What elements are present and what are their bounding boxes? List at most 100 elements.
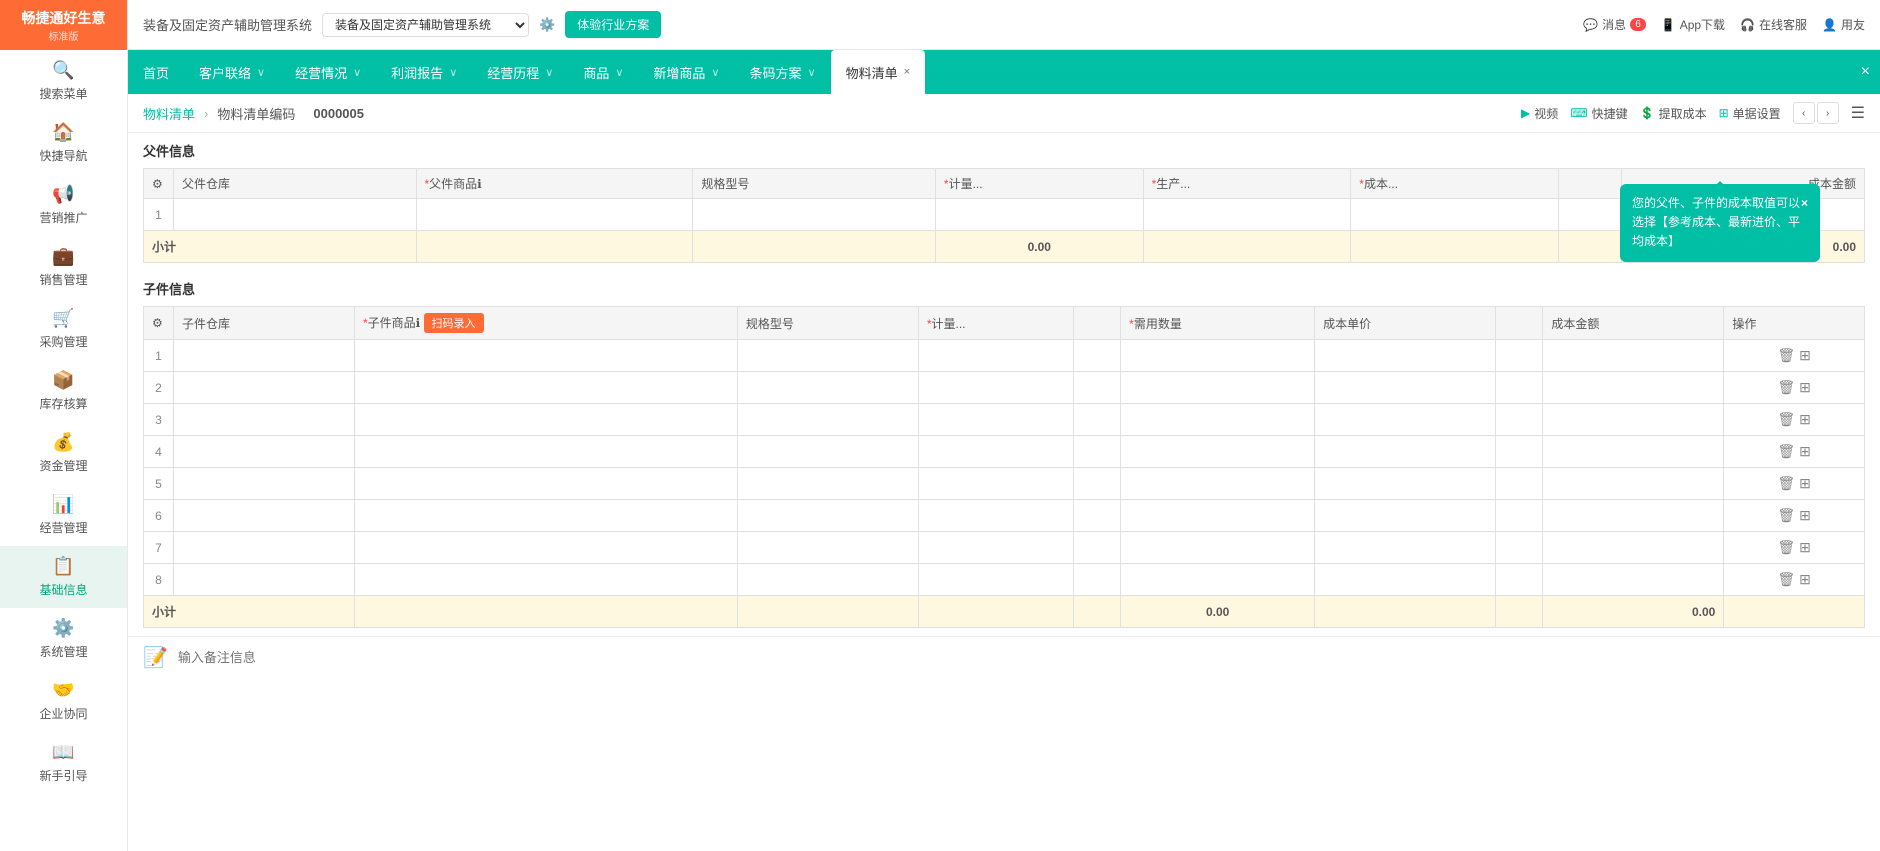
shortcut-btn[interactable]: ⌨ 快捷键 xyxy=(1570,105,1627,122)
sidebar-item-system[interactable]: ⚙️ 系统管理 xyxy=(0,608,127,670)
tab-customer[interactable]: 客户联络 ∨ xyxy=(184,50,280,94)
child-qty-cell-5[interactable] xyxy=(1121,468,1315,500)
tab-customer-close[interactable]: ∨ xyxy=(257,66,265,79)
tab-newgoods[interactable]: 新增商品 ∨ xyxy=(638,50,734,94)
child-unit-cell-1[interactable] xyxy=(918,340,1073,372)
child-qty-cell-6[interactable] xyxy=(1121,500,1315,532)
child-product-cell-6[interactable] xyxy=(354,500,737,532)
child-warehouse-cell-5[interactable] xyxy=(174,468,355,500)
child-product-cell-2[interactable] xyxy=(354,372,737,404)
tab-operations-close[interactable]: ∨ xyxy=(353,66,361,79)
copy-icon-6[interactable]: ⊞ xyxy=(1799,507,1811,524)
child-warehouse-cell-7[interactable] xyxy=(174,532,355,564)
child-product-cell-1[interactable] xyxy=(354,340,737,372)
child-product-cell-5[interactable] xyxy=(354,468,737,500)
child-spec-cell-5[interactable] xyxy=(737,468,918,500)
delete-icon-6[interactable]: 🗑 xyxy=(1777,507,1795,524)
child-warehouse-cell-1[interactable] xyxy=(174,340,355,372)
child-qty-cell-7[interactable] xyxy=(1121,532,1315,564)
child-warehouse-cell-2[interactable] xyxy=(174,372,355,404)
child-qty-cell-8[interactable] xyxy=(1121,564,1315,596)
list-icon[interactable]: ☰ xyxy=(1851,103,1865,123)
copy-icon-4[interactable]: ⊞ xyxy=(1799,443,1811,460)
child-unit-cell-6[interactable] xyxy=(918,500,1073,532)
sidebar-item-operations[interactable]: 📊 经营管理 xyxy=(0,484,127,546)
copy-icon-3[interactable]: ⊞ xyxy=(1799,411,1811,428)
delete-icon-7[interactable]: 🗑 xyxy=(1777,539,1795,556)
sidebar-item-quicknav[interactable]: 🏠 快捷导航 xyxy=(0,112,127,174)
system-selector[interactable]: 装备及固定资产辅助管理系统 xyxy=(322,13,529,37)
sidebar-item-sales[interactable]: 💼 销售管理 xyxy=(0,236,127,298)
note-input[interactable] xyxy=(178,650,1865,665)
parent-spec-cell[interactable] xyxy=(693,199,936,231)
child-product-cell-4[interactable] xyxy=(354,436,737,468)
child-product-cell-7[interactable] xyxy=(354,532,737,564)
tab-history[interactable]: 经营历程 ∨ xyxy=(472,50,568,94)
child-unitcost-cell-1[interactable] xyxy=(1315,340,1496,372)
child-unitcost-cell-8[interactable] xyxy=(1315,564,1496,596)
sidebar-item-inventory[interactable]: 📦 库存核算 xyxy=(0,360,127,422)
child-spec-cell-7[interactable] xyxy=(737,532,918,564)
copy-icon-1[interactable]: ⊞ xyxy=(1799,347,1811,364)
sidebar-item-basic[interactable]: 📋 基础信息 xyxy=(0,546,127,608)
message-btn[interactable]: 💬 消息 6 xyxy=(1583,16,1646,33)
child-unit-cell-5[interactable] xyxy=(918,468,1073,500)
copy-icon-8[interactable]: ⊞ xyxy=(1799,571,1811,588)
delete-icon-8[interactable]: 🗑 xyxy=(1777,571,1795,588)
tooltip-close-btn[interactable]: × xyxy=(1801,194,1808,213)
sidebar-item-guide[interactable]: 📖 新手引导 xyxy=(0,732,127,794)
tab-bom-close[interactable]: × xyxy=(904,66,910,78)
close-all-tabs[interactable]: × xyxy=(1851,63,1880,81)
parent-unit-cell[interactable] xyxy=(935,199,1143,231)
child-unitcost-cell-3[interactable] xyxy=(1315,404,1496,436)
child-product-cell-3[interactable] xyxy=(354,404,737,436)
experience-btn[interactable]: 体验行业方案 xyxy=(565,11,661,38)
parent-col-settings[interactable]: ⚙ xyxy=(144,169,174,199)
delete-icon-5[interactable]: 🗑 xyxy=(1777,475,1795,492)
child-qty-cell-4[interactable] xyxy=(1121,436,1315,468)
settings-btn[interactable]: ⊞ 单据设置 xyxy=(1719,105,1781,122)
parent-product-cell[interactable] xyxy=(416,199,693,231)
sidebar-item-collab[interactable]: 🤝 企业协同 xyxy=(0,670,127,732)
scan-btn[interactable]: 扫码录入 xyxy=(424,313,484,333)
copy-icon-7[interactable]: ⊞ xyxy=(1799,539,1811,556)
delete-icon-4[interactable]: 🗑 xyxy=(1777,443,1795,460)
child-qty-cell-1[interactable] xyxy=(1121,340,1315,372)
child-spec-cell-3[interactable] xyxy=(737,404,918,436)
next-arrow[interactable]: › xyxy=(1817,102,1839,124)
tab-profit[interactable]: 利润报告 ∨ xyxy=(376,50,472,94)
cost-btn[interactable]: 💲 提取成本 xyxy=(1640,105,1707,122)
tab-bom[interactable]: 物料清单 × xyxy=(831,50,925,94)
copy-icon-5[interactable]: ⊞ xyxy=(1799,475,1811,492)
child-spec-cell-1[interactable] xyxy=(737,340,918,372)
parent-produce-cell[interactable] xyxy=(1143,199,1351,231)
sidebar-item-marketing[interactable]: 📢 营销推广 xyxy=(0,174,127,236)
tab-goods[interactable]: 商品 ∨ xyxy=(568,50,638,94)
delete-icon-3[interactable]: 🗑 xyxy=(1777,411,1795,428)
child-qty-cell-2[interactable] xyxy=(1121,372,1315,404)
child-unit-cell-2[interactable] xyxy=(918,372,1073,404)
child-qty-cell-3[interactable] xyxy=(1121,404,1315,436)
sidebar-item-search[interactable]: 🔍 搜索菜单 xyxy=(0,50,127,112)
breadcrumb-item1[interactable]: 物料清单 xyxy=(143,104,195,123)
child-unitcost-cell-6[interactable] xyxy=(1315,500,1496,532)
parent-cost-cell[interactable] xyxy=(1351,199,1559,231)
tab-newgoods-close[interactable]: ∨ xyxy=(711,66,719,79)
child-unitcost-cell-2[interactable] xyxy=(1315,372,1496,404)
child-warehouse-cell-6[interactable] xyxy=(174,500,355,532)
tab-goods-close[interactable]: ∨ xyxy=(615,66,623,79)
prev-arrow[interactable]: ‹ xyxy=(1793,102,1815,124)
child-spec-cell-2[interactable] xyxy=(737,372,918,404)
parent-warehouse-cell[interactable] xyxy=(174,199,417,231)
app-download-btn[interactable]: 📱 App下载 xyxy=(1661,16,1725,33)
view-btn[interactable]: ▶ 视频 xyxy=(1521,105,1558,122)
child-warehouse-cell-8[interactable] xyxy=(174,564,355,596)
child-spec-cell-4[interactable] xyxy=(737,436,918,468)
tab-home[interactable]: 首页 xyxy=(128,50,184,94)
tab-operations[interactable]: 经营情况 ∨ xyxy=(280,50,376,94)
child-unitcost-cell-7[interactable] xyxy=(1315,532,1496,564)
tab-profit-close[interactable]: ∨ xyxy=(449,66,457,79)
delete-icon-1[interactable]: 🗑 xyxy=(1777,347,1795,364)
sidebar-item-finance[interactable]: 💰 资金管理 xyxy=(0,422,127,484)
child-unit-cell-7[interactable] xyxy=(918,532,1073,564)
